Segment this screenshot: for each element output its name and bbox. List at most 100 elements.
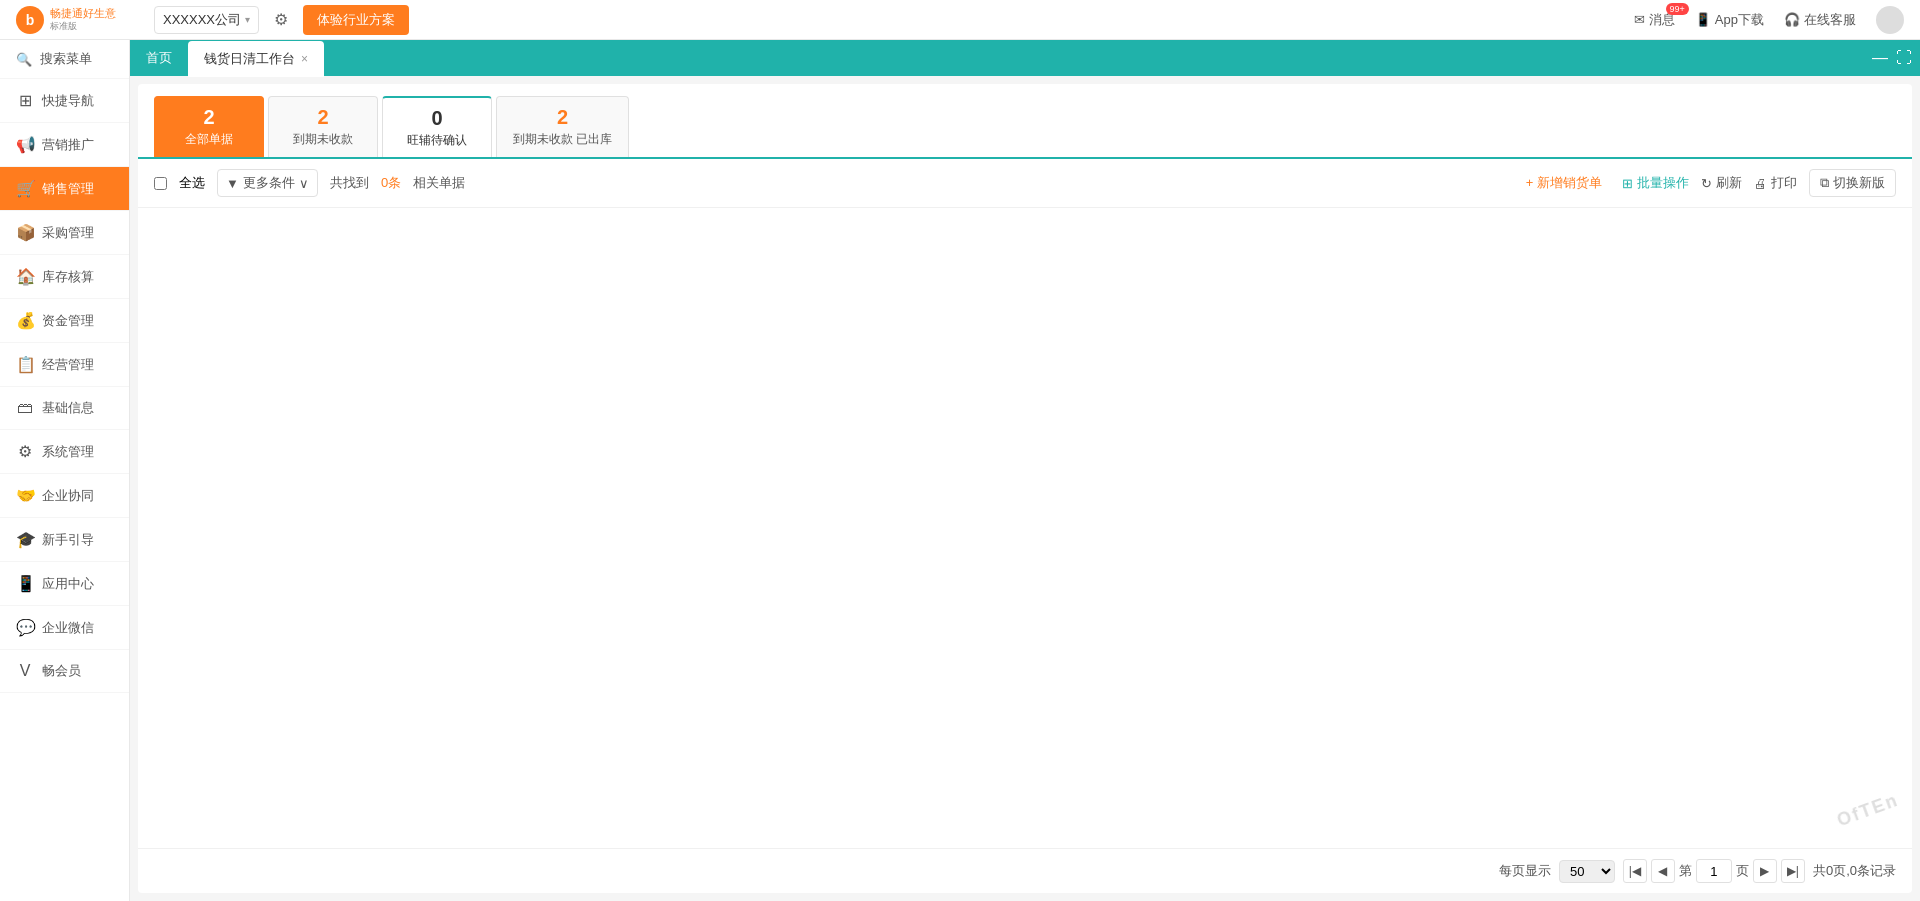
found-prefix: 共找到: [330, 174, 369, 192]
top-header: b 畅捷通好生意 标准版 XXXXXX公司 ▾ ⚙ 体验行业方案 ✉ 消息 99…: [0, 0, 1920, 40]
sidebar: 🔍 搜索菜单 ⊞快捷导航📢营销推广🛒销售管理📦采购管理🏠库存核算💰资金管理📋经营…: [0, 40, 130, 901]
page-nav: |◀ ◀ 第 页 ▶ ▶|: [1623, 859, 1805, 883]
header-right: ✉ 消息 99+ 📱 App下载 🎧 在线客服: [1634, 6, 1904, 34]
sidebar-item-11[interactable]: 📱应用中心: [0, 562, 129, 606]
sidebar-item-2[interactable]: 🛒销售管理: [0, 167, 129, 211]
stat-tab-2[interactable]: 0旺辅待确认: [382, 96, 492, 157]
found-count: 0条: [381, 174, 401, 192]
user-avatar[interactable]: [1876, 6, 1904, 34]
sidebar-item-0[interactable]: ⊞快捷导航: [0, 79, 129, 123]
sidebar-icon-6: 📋: [16, 355, 34, 374]
tab-qianhuo[interactable]: 钱货日清工作台 ×: [188, 41, 324, 77]
stat-tab-3[interactable]: 2到期未收款 已出库: [496, 96, 629, 157]
logo-icon: b: [16, 6, 44, 34]
sidebar-item-13[interactable]: V畅会员: [0, 650, 129, 693]
total-info: 共0页,0条记录: [1813, 862, 1896, 880]
pagination: 每页显示 2050100 |◀ ◀ 第 页 ▶ ▶| 共0页,0条记录: [138, 848, 1912, 893]
search-menu-label: 搜索菜单: [40, 50, 92, 68]
toolbar-right: + 新增销货单 ⊞ 批量操作 ↻ 刷新 🖨 打印 ⧉ 切换新版: [1518, 169, 1896, 197]
app-download-icon: 📱: [1695, 12, 1711, 27]
found-suffix: 相关单据: [413, 174, 465, 192]
logo-area: b 畅捷通好生意 标准版: [16, 6, 146, 34]
sidebar-icon-7: 🗃: [16, 399, 34, 417]
sidebar-icon-5: 💰: [16, 311, 34, 330]
filter-dropdown-icon: ∨: [299, 176, 309, 191]
sidebar-item-7[interactable]: 🗃基础信息: [0, 387, 129, 430]
refresh-button[interactable]: ↻ 刷新: [1701, 174, 1742, 192]
last-page-btn[interactable]: ▶|: [1781, 859, 1805, 883]
company-selector[interactable]: XXXXXX公司 ▾: [154, 6, 259, 34]
new-sale-button[interactable]: + 新增销货单: [1518, 170, 1610, 196]
main-content: 2全部单据2到期未收款0旺辅待确认2到期未收款 已出库 全选 ▼ 更多条件 ∨ …: [130, 76, 1920, 901]
tab-bar: 首页 钱货日清工作台 × — ⛶: [130, 40, 1920, 76]
sidebar-item-12[interactable]: 💬企业微信: [0, 606, 129, 650]
tab-right-actions: — ⛶: [1872, 49, 1920, 67]
tab-qianhuo-label: 钱货日清工作台: [204, 50, 295, 68]
message-button[interactable]: ✉ 消息 99+: [1634, 11, 1675, 29]
sidebar-item-9[interactable]: 🤝企业协同: [0, 474, 129, 518]
sidebar-icon-2: 🛒: [16, 179, 34, 198]
filter-button[interactable]: ▼ 更多条件 ∨: [217, 169, 318, 197]
message-icon: ✉: [1634, 12, 1645, 27]
logo-badge: 标准版: [50, 20, 116, 33]
sidebar-item-5[interactable]: 💰资金管理: [0, 299, 129, 343]
message-badge: 99+: [1666, 3, 1689, 15]
page-size-label: 每页显示: [1499, 862, 1551, 880]
sidebar-item-10[interactable]: 🎓新手引导: [0, 518, 129, 562]
settings-button[interactable]: ⚙: [267, 6, 295, 34]
switch-icon: ⧉: [1820, 175, 1829, 191]
toolbar: 全选 ▼ 更多条件 ∨ 共找到 0条 相关单据 + 新增销货单 ⊞ 批量操作 ↻…: [138, 159, 1912, 208]
trial-button[interactable]: 体验行业方案: [303, 5, 409, 35]
sidebar-icon-3: 📦: [16, 223, 34, 242]
sidebar-item-4[interactable]: 🏠库存核算: [0, 255, 129, 299]
maximize-icon[interactable]: ⛶: [1896, 49, 1912, 67]
switch-label: 切换新版: [1833, 174, 1885, 192]
sidebar-icon-9: 🤝: [16, 486, 34, 505]
print-button[interactable]: 🖨 打印: [1754, 174, 1797, 192]
sidebar-icon-12: 💬: [16, 618, 34, 637]
filter-icon: ▼: [226, 176, 239, 191]
app-download-label: App下载: [1715, 11, 1764, 29]
sidebar-icon-13: V: [16, 662, 34, 680]
company-name: XXXXXX公司: [163, 11, 241, 29]
page-number-input[interactable]: [1696, 859, 1732, 883]
tab-home-label: 首页: [146, 49, 172, 67]
sidebar-item-8[interactable]: ⚙系统管理: [0, 430, 129, 474]
first-page-btn[interactable]: |◀: [1623, 859, 1647, 883]
refresh-icon: ↻: [1701, 176, 1712, 191]
online-service-button[interactable]: 🎧 在线客服: [1784, 11, 1856, 29]
sidebar-icon-8: ⚙: [16, 442, 34, 461]
sidebar-icon-1: 📢: [16, 135, 34, 154]
select-all-label: 全选: [179, 174, 205, 192]
stat-tab-1[interactable]: 2到期未收款: [268, 96, 378, 157]
prev-page-btn[interactable]: ◀: [1651, 859, 1675, 883]
search-menu[interactable]: 🔍 搜索菜单: [0, 40, 129, 79]
page-size-select[interactable]: 2050100: [1559, 860, 1615, 883]
switch-version-button[interactable]: ⧉ 切换新版: [1809, 169, 1896, 197]
tab-home[interactable]: 首页: [130, 40, 188, 76]
sidebar-icon-11: 📱: [16, 574, 34, 593]
sidebar-item-1[interactable]: 📢营销推广: [0, 123, 129, 167]
app-download-button[interactable]: 📱 App下载: [1695, 11, 1764, 29]
sidebar-item-6[interactable]: 📋经营管理: [0, 343, 129, 387]
batch-icon: ⊞: [1622, 176, 1633, 191]
print-label: 打印: [1771, 174, 1797, 192]
refresh-label: 刷新: [1716, 174, 1742, 192]
batch-op-button[interactable]: ⊞ 批量操作: [1622, 174, 1689, 192]
sidebar-icon-0: ⊞: [16, 91, 34, 110]
stat-tab-0[interactable]: 2全部单据: [154, 96, 264, 157]
tab-close-btn[interactable]: ×: [301, 52, 308, 66]
minimize-icon[interactable]: —: [1872, 49, 1888, 67]
print-icon: 🖨: [1754, 176, 1767, 191]
page-label: 第: [1679, 862, 1692, 880]
next-page-btn[interactable]: ▶: [1753, 859, 1777, 883]
search-icon: 🔍: [16, 52, 32, 67]
logo-title: 畅捷通好生意: [50, 6, 116, 20]
select-all-checkbox[interactable]: [154, 177, 167, 190]
headset-icon: 🎧: [1784, 12, 1800, 27]
sidebar-icon-4: 🏠: [16, 267, 34, 286]
page-label2: 页: [1736, 862, 1749, 880]
table-area: [138, 208, 1912, 848]
online-service-label: 在线客服: [1804, 11, 1856, 29]
sidebar-item-3[interactable]: 📦采购管理: [0, 211, 129, 255]
